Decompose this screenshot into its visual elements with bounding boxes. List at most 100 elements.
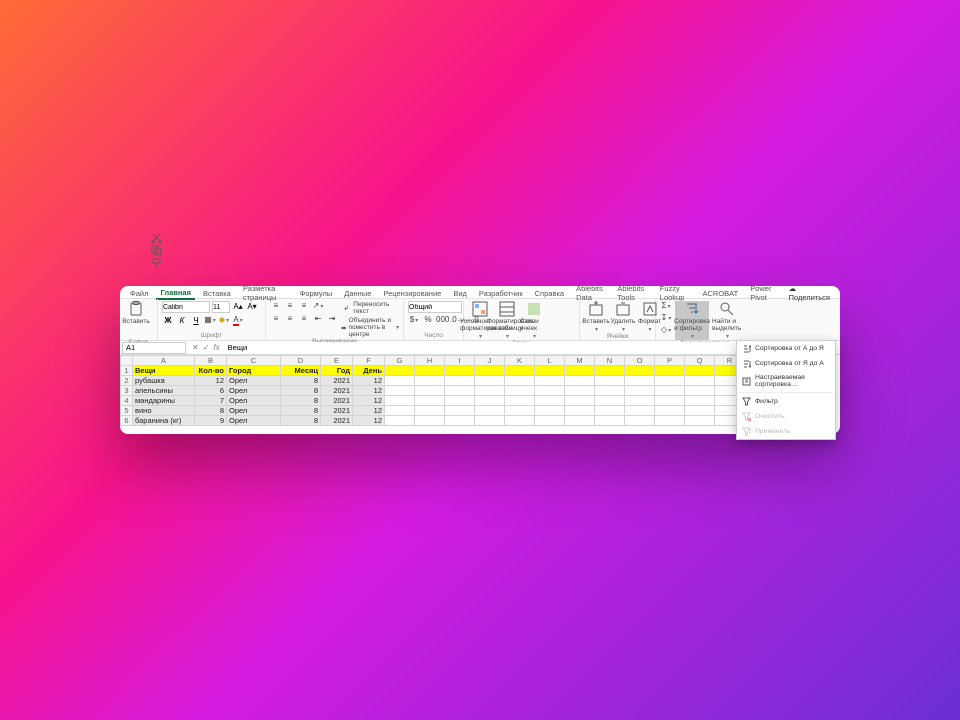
- cell[interactable]: [505, 376, 535, 386]
- cell[interactable]: [655, 366, 685, 376]
- cell[interactable]: Орел: [227, 396, 281, 406]
- cell[interactable]: [685, 386, 715, 396]
- cell[interactable]: 12: [353, 386, 385, 396]
- cell[interactable]: [415, 386, 445, 396]
- cell[interactable]: [445, 396, 475, 406]
- col-header-Q[interactable]: Q: [685, 356, 715, 366]
- name-box[interactable]: [122, 342, 186, 354]
- cell[interactable]: [595, 386, 625, 396]
- cell[interactable]: 8: [281, 416, 321, 426]
- cell[interactable]: [475, 396, 505, 406]
- align-middle-icon[interactable]: ≡: [284, 301, 296, 312]
- align-bottom-icon[interactable]: ≡: [298, 301, 310, 312]
- autosum-button[interactable]: Σ: [660, 301, 672, 312]
- cell[interactable]: Орел: [227, 376, 281, 386]
- col-header-E[interactable]: E: [321, 356, 353, 366]
- italic-button[interactable]: К: [176, 315, 188, 326]
- menu-sort-asc[interactable]: Сортировка от А до Я: [737, 341, 835, 356]
- row-header[interactable]: 3: [121, 386, 133, 396]
- cell[interactable]: [685, 406, 715, 416]
- tab-review[interactable]: Рецензирование: [379, 288, 445, 299]
- header-cell[interactable]: Вещи: [133, 366, 195, 376]
- tab-insert[interactable]: Вставка: [199, 288, 235, 299]
- cell[interactable]: [565, 416, 595, 426]
- tab-developer[interactable]: Разработчик: [475, 288, 527, 299]
- col-header-I[interactable]: I: [445, 356, 475, 366]
- cell[interactable]: апельсины: [133, 386, 195, 396]
- wrap-text-button[interactable]: ↲Переносить текст: [341, 301, 399, 315]
- cancel-formula-icon[interactable]: ✕: [192, 343, 199, 352]
- cell[interactable]: [625, 416, 655, 426]
- cell[interactable]: [625, 376, 655, 386]
- tab-formulas[interactable]: Формулы: [296, 288, 337, 299]
- col-header-H[interactable]: H: [415, 356, 445, 366]
- cell[interactable]: [505, 396, 535, 406]
- header-cell[interactable]: День: [353, 366, 385, 376]
- cell[interactable]: баранина (кг): [133, 416, 195, 426]
- cell[interactable]: [445, 386, 475, 396]
- cell[interactable]: мандарины: [133, 396, 195, 406]
- align-center-icon[interactable]: ≡: [284, 314, 296, 325]
- cell[interactable]: [415, 366, 445, 376]
- cell[interactable]: [505, 366, 535, 376]
- col-header-C[interactable]: C: [227, 356, 281, 366]
- font-color-button[interactable]: A: [232, 315, 244, 326]
- tab-data[interactable]: Данные: [340, 288, 375, 299]
- cell[interactable]: [505, 416, 535, 426]
- clear-button[interactable]: ◇: [660, 325, 672, 336]
- merge-center-button[interactable]: ⬌Объединить и поместить в центре: [341, 317, 399, 338]
- col-header-F[interactable]: F: [353, 356, 385, 366]
- col-header-P[interactable]: P: [655, 356, 685, 366]
- col-header-D[interactable]: D: [281, 356, 321, 366]
- fill-button[interactable]: ↧: [660, 313, 672, 324]
- cell[interactable]: 8: [195, 406, 227, 416]
- cell[interactable]: [535, 386, 565, 396]
- cell[interactable]: [535, 376, 565, 386]
- cell[interactable]: 12: [195, 376, 227, 386]
- header-cell[interactable]: Месяц: [281, 366, 321, 376]
- cell[interactable]: [535, 396, 565, 406]
- increase-font-button[interactable]: A▴: [232, 302, 244, 313]
- col-header-N[interactable]: N: [595, 356, 625, 366]
- cell[interactable]: 12: [353, 406, 385, 416]
- cell[interactable]: Орел: [227, 416, 281, 426]
- cell[interactable]: [445, 416, 475, 426]
- cell[interactable]: [445, 406, 475, 416]
- col-header-B[interactable]: B: [195, 356, 227, 366]
- cell[interactable]: [565, 366, 595, 376]
- accounting-icon[interactable]: $: [408, 315, 420, 326]
- cell[interactable]: [655, 416, 685, 426]
- menu-custom-sort[interactable]: Настраиваемая сортировка…: [737, 371, 835, 391]
- comma-icon[interactable]: 000: [436, 315, 448, 326]
- cell[interactable]: [505, 406, 535, 416]
- align-right-icon[interactable]: ≡: [298, 314, 310, 325]
- cell[interactable]: 2021: [321, 416, 353, 426]
- header-cell[interactable]: Кол-во: [195, 366, 227, 376]
- cell[interactable]: [685, 396, 715, 406]
- indent-dec-icon[interactable]: ⇤: [312, 314, 324, 325]
- cell[interactable]: [385, 386, 415, 396]
- cell[interactable]: [385, 396, 415, 406]
- number-format-select[interactable]: [408, 301, 462, 313]
- row-header[interactable]: 6: [121, 416, 133, 426]
- row-header[interactable]: 2: [121, 376, 133, 386]
- cell[interactable]: [595, 376, 625, 386]
- cell[interactable]: 8: [281, 376, 321, 386]
- cell[interactable]: [475, 406, 505, 416]
- select-all-corner[interactable]: [121, 356, 133, 366]
- cell[interactable]: [385, 366, 415, 376]
- cell[interactable]: 7: [195, 396, 227, 406]
- bold-button[interactable]: Ж: [162, 315, 174, 326]
- col-header-G[interactable]: G: [385, 356, 415, 366]
- cell[interactable]: [445, 376, 475, 386]
- cell[interactable]: [415, 406, 445, 416]
- cell[interactable]: 2021: [321, 376, 353, 386]
- cell[interactable]: 12: [353, 396, 385, 406]
- cell[interactable]: [415, 416, 445, 426]
- col-header-L[interactable]: L: [535, 356, 565, 366]
- cell[interactable]: [685, 376, 715, 386]
- orientation-icon[interactable]: ↗: [312, 301, 324, 312]
- row-header[interactable]: 5: [121, 406, 133, 416]
- row-header[interactable]: 4: [121, 396, 133, 406]
- cell[interactable]: 12: [353, 416, 385, 426]
